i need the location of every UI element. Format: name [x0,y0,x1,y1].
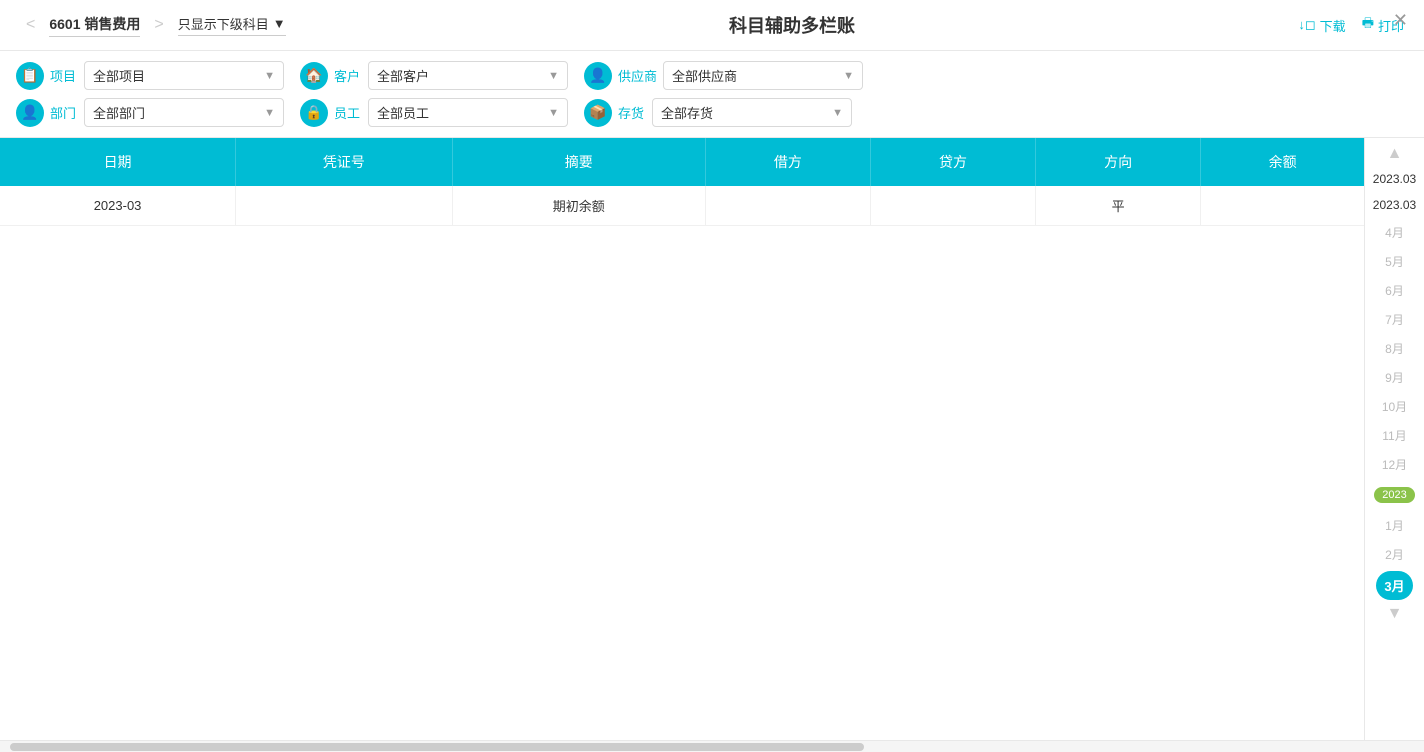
customer-value: 全部客户 [377,66,429,85]
filter-row-2: 👤 部门 全部部门 ▼ 🔒 员工 全部员工 ▼ 📦 存货 全部存货 [16,98,1408,127]
filter-row-1: 📋 项目 全部项目 ▼ 🏠 客户 全部客户 ▼ 👤 供应商 全部供应 [16,61,1408,90]
filter-dept: 👤 部门 全部部门 ▼ [16,98,284,127]
customer-icon: 🏠 [300,62,328,90]
employee-select[interactable]: 全部员工 ▼ [368,98,568,127]
dept-icon: 👤 [16,99,44,127]
employee-value: 全部员工 [377,103,429,122]
supplier-value: 全部供应商 [672,66,737,85]
active-month-container: 3月 [1376,571,1412,600]
timeline-item-feb[interactable]: 2月 [1365,540,1424,569]
employee-arrow: ▼ [548,107,559,119]
cell-summary: 期初余额 [452,186,705,226]
timeline-item-jul[interactable]: 7月 [1365,305,1424,334]
filter-project: 📋 项目 全部项目 ▼ [16,61,284,90]
show-sub-arrow: ▼ [273,16,286,31]
cell-voucher [236,186,452,226]
data-table: 日期 凭证号 摘要 借方 贷方 方向 余额 2023-03 期初余额 [0,138,1364,226]
timeline-up-button[interactable]: ▲ [1383,142,1407,166]
cell-debit [705,186,870,226]
table-area: 日期 凭证号 摘要 借方 贷方 方向 余额 2023-03 期初余额 [0,138,1364,740]
employee-label: 员工 [334,103,362,122]
title-left: < 6601 销售费用 > 只显示下级科目 ▼ [20,14,286,37]
project-value: 全部项目 [93,66,145,85]
dept-arrow: ▼ [264,107,275,119]
filter-inventory: 📦 存货 全部存货 ▼ [584,98,852,127]
close-button[interactable]: ✕ [1393,10,1408,31]
timeline-item-jan[interactable]: 1月 [1365,511,1424,540]
timeline-item-jun[interactable]: 6月 [1365,276,1424,305]
table-header-row: 日期 凭证号 摘要 借方 贷方 方向 余额 [0,138,1364,186]
timeline-item-dec[interactable]: 12月 [1365,450,1424,479]
timeline-item-2023-03-sub[interactable]: 2023.03 [1365,192,1424,218]
project-icon: 📋 [16,62,44,90]
next-button[interactable]: > [148,14,169,36]
dept-select[interactable]: 全部部门 ▼ [84,98,284,127]
download-label: 下载 [1320,16,1346,35]
timeline-item-oct[interactable]: 10月 [1365,392,1424,421]
col-credit: 贷方 [870,138,1035,186]
main-content: 日期 凭证号 摘要 借方 贷方 方向 余额 2023-03 期初余额 [0,138,1424,740]
dept-value: 全部部门 [93,103,145,122]
main-window: < 6601 销售费用 > 只显示下级科目 ▼ 科目辅助多栏账 ↓◻ 下载 🖶 … [0,0,1424,752]
col-date: 日期 [0,138,236,186]
customer-select[interactable]: 全部客户 ▼ [368,61,568,90]
prev-button[interactable]: < [20,14,41,36]
supplier-icon: 👤 [584,62,612,90]
project-label: 项目 [50,66,78,85]
table-row: 2023-03 期初余额 平 [0,186,1364,226]
timeline-item-2023-03-header[interactable]: 2023.03 [1365,166,1424,192]
inventory-select[interactable]: 全部存货 ▼ [652,98,852,127]
year-badge-2023: 2023 [1374,487,1414,503]
col-voucher: 凭证号 [236,138,452,186]
project-arrow: ▼ [264,70,275,82]
page-title: 科目辅助多栏账 [729,12,855,38]
col-direction: 方向 [1036,138,1201,186]
employee-icon: 🔒 [300,99,328,127]
cell-balance [1201,186,1364,226]
bottom-scrollbar[interactable] [0,740,1424,752]
timeline-item-sep[interactable]: 9月 [1365,363,1424,392]
scrollbar-thumb[interactable] [10,743,864,751]
timeline-sidebar: ▲ 2023.03 2023.03 4月 5月 6月 7月 8月 9月 10月 … [1364,138,1424,740]
inventory-arrow: ▼ [832,107,843,119]
supplier-select[interactable]: 全部供应商 ▼ [663,61,863,90]
inventory-value: 全部存货 [661,103,713,122]
title-bar: < 6601 销售费用 > 只显示下级科目 ▼ 科目辅助多栏账 ↓◻ 下载 🖶 … [0,0,1424,51]
filter-employee: 🔒 员工 全部员工 ▼ [300,98,568,127]
filter-customer: 🏠 客户 全部客户 ▼ [300,61,568,90]
cell-date: 2023-03 [0,186,236,226]
print-icon: 🖶 [1362,14,1374,36]
filter-area: 📋 项目 全部项目 ▼ 🏠 客户 全部客户 ▼ 👤 供应商 全部供应 [0,51,1424,138]
inventory-label: 存货 [618,103,646,122]
show-sub-button[interactable]: 只显示下级科目 ▼ [178,14,286,36]
year-badge-container: 2023 [1374,483,1414,507]
show-sub-label: 只显示下级科目 [178,14,269,33]
dept-label: 部门 [50,103,78,122]
timeline-item-apr[interactable]: 4月 [1365,218,1424,247]
customer-label: 客户 [334,66,362,85]
cell-credit [870,186,1035,226]
title-right: ↓◻ 下载 🖶 打印 [1298,14,1404,36]
timeline-item-nov[interactable]: 11月 [1365,421,1424,450]
cell-direction: 平 [1036,186,1201,226]
timeline-item-mar-active[interactable]: 3月 [1376,571,1412,600]
col-balance: 余额 [1201,138,1364,186]
download-button[interactable]: ↓◻ 下载 [1298,16,1345,35]
download-icon: ↓◻ [1298,17,1315,33]
filter-supplier: 👤 供应商 全部供应商 ▼ [584,61,863,90]
timeline-item-may[interactable]: 5月 [1365,247,1424,276]
timeline-item-aug[interactable]: 8月 [1365,334,1424,363]
inventory-icon: 📦 [584,99,612,127]
col-debit: 借方 [705,138,870,186]
supplier-arrow: ▼ [843,70,854,82]
customer-arrow: ▼ [548,70,559,82]
col-summary: 摘要 [452,138,705,186]
timeline-down-button[interactable]: ▼ [1383,602,1407,626]
account-code: 6601 销售费用 [49,14,140,37]
supplier-label: 供应商 [618,66,657,85]
project-select[interactable]: 全部项目 ▼ [84,61,284,90]
